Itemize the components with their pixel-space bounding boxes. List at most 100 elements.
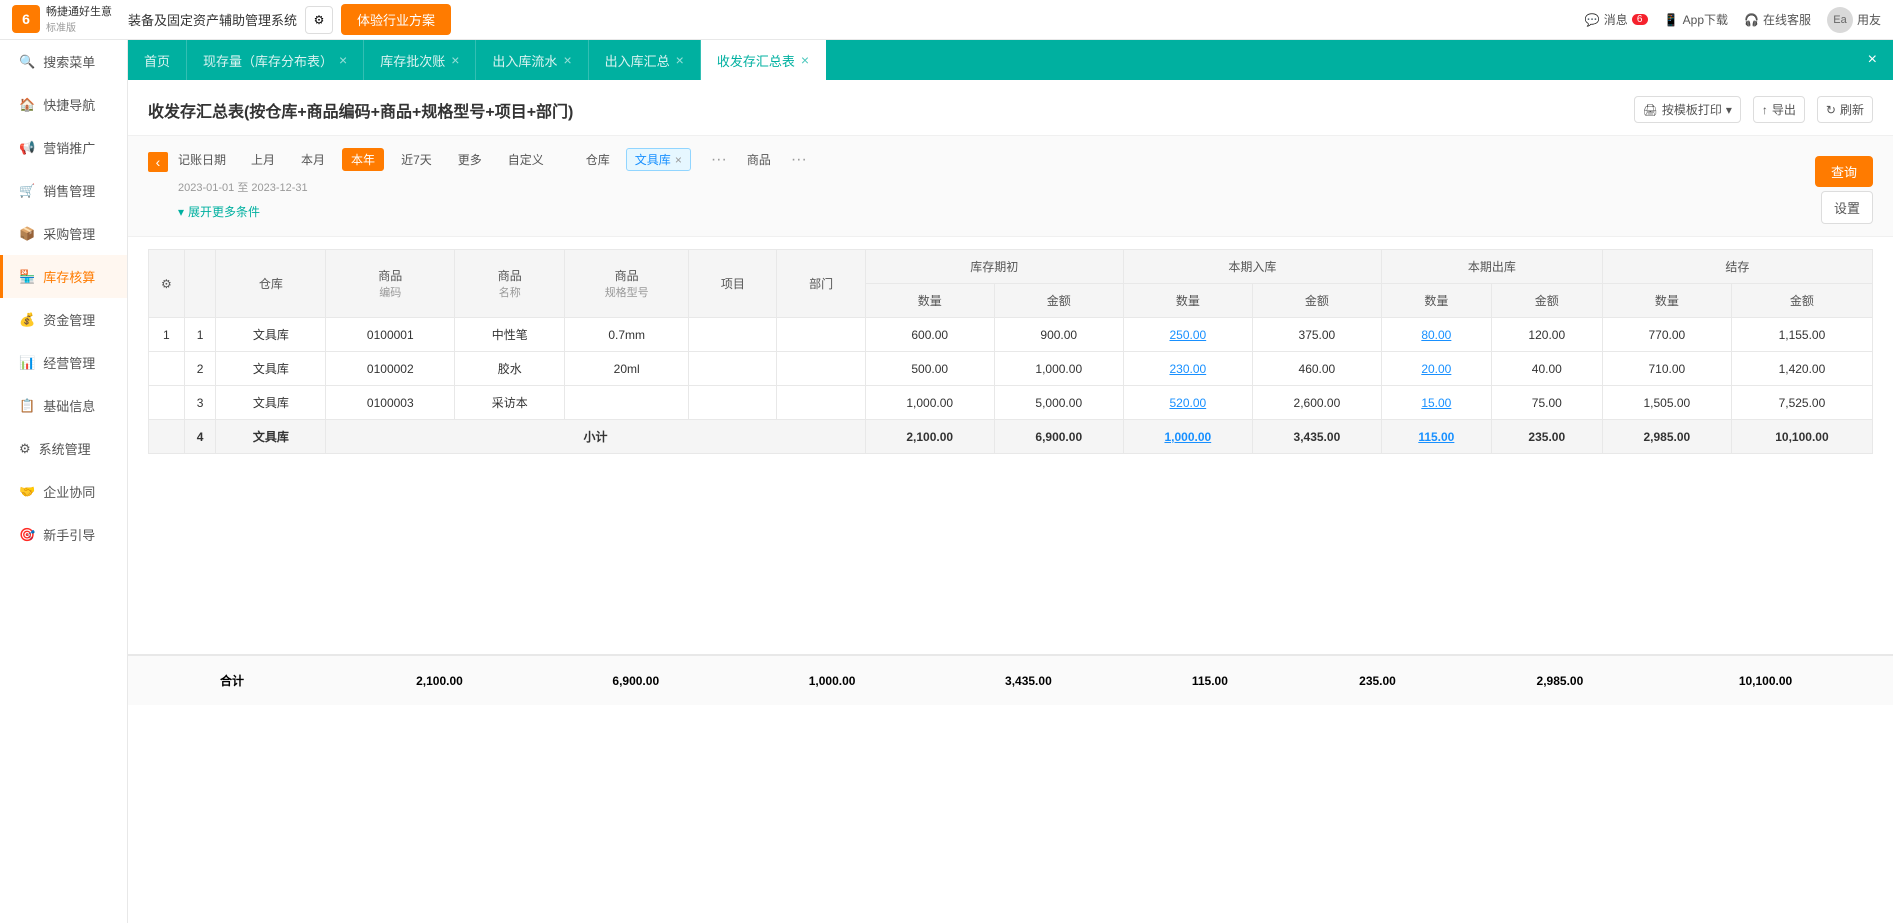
row3-in-qty[interactable]: 520.00	[1123, 386, 1252, 420]
date-btn-this-month[interactable]: 本月	[292, 148, 334, 171]
col-out-header: 本期出库	[1381, 250, 1602, 284]
total-out-qty: 115.00	[1127, 664, 1294, 697]
finance-icon: 💰	[19, 312, 35, 328]
subtotal-out-qty[interactable]: 115.00	[1381, 420, 1491, 454]
sidebar-item-inventory[interactable]: 🏪 库存核算	[0, 255, 127, 298]
row2-open-qty: 500.00	[865, 352, 994, 386]
filter-collapse-button[interactable]: ‹	[148, 152, 168, 172]
col-open-qty-header: 数量	[865, 284, 994, 318]
print-button[interactable]: 🖨 按模板打印 ▾	[1634, 96, 1741, 123]
avatar: Ea	[1827, 7, 1853, 33]
table-row: 2 文具库 0100002 胶水 20ml 500.00 1,000.00 23…	[149, 352, 1873, 386]
sidebar-item-sales[interactable]: 🛒 销售管理	[0, 169, 127, 212]
guide-icon: 🎯	[19, 527, 35, 543]
sidebar-item-base[interactable]: 📋 基础信息	[0, 384, 127, 427]
row2-no: 2	[184, 352, 216, 386]
tab-close-flow[interactable]: ×	[563, 53, 571, 67]
warehouse-more-button[interactable]: ···	[707, 151, 731, 169]
row3-out-amt: 75.00	[1491, 386, 1602, 420]
sidebar-item-nav[interactable]: 🏠 快捷导航	[0, 83, 127, 126]
date-btn-this-year[interactable]: 本年	[342, 148, 384, 171]
date-btn-7days[interactable]: 近7天	[392, 148, 441, 171]
col-name-header: 商品名称	[455, 250, 565, 318]
col-spec-header: 商品规格型号	[565, 250, 689, 318]
row1-bal-qty: 770.00	[1602, 318, 1731, 352]
tab-close-batch[interactable]: ×	[451, 53, 459, 67]
service-nav[interactable]: 🎧 在线客服	[1744, 11, 1811, 28]
row3-spec	[565, 386, 689, 420]
row2-warehouse: 文具库	[216, 352, 326, 386]
row2-out-qty[interactable]: 20.00	[1381, 352, 1491, 386]
goods-more-button[interactable]: ···	[787, 151, 811, 169]
sidebar-item-finance[interactable]: 💰 资金管理	[0, 298, 127, 341]
tab-home[interactable]: 首页	[128, 40, 187, 80]
row2-code: 0100002	[326, 352, 455, 386]
subtotal-open-amt: 6,900.00	[994, 420, 1123, 454]
refresh-icon: ↻	[1826, 103, 1836, 117]
sidebar-item-operation[interactable]: 📊 经营管理	[0, 341, 127, 384]
system-name: 装备及固定资产辅助管理系统	[128, 10, 297, 29]
chevron-down-icon: ▾	[178, 205, 184, 219]
subtotal-bal-amt: 10,100.00	[1731, 420, 1872, 454]
search-icon: 🔍	[19, 54, 35, 70]
row2-bal-qty: 710.00	[1602, 352, 1731, 386]
sidebar-item-search[interactable]: 🔍 搜索菜单	[0, 40, 127, 83]
row2-in-qty[interactable]: 230.00	[1123, 352, 1252, 386]
tab-close-collect[interactable]: ×	[801, 53, 809, 67]
tab-bar: 首页 现存量（库存分布表） × 库存批次账 × 出入库流水 × 出入库汇总 ×	[128, 40, 1893, 80]
tab-close-summary[interactable]: ×	[676, 53, 684, 67]
query-button[interactable]: 查询	[1815, 156, 1873, 187]
warehouse-tag: 文具库 ×	[626, 148, 691, 171]
user-nav[interactable]: Ea 用友	[1827, 7, 1881, 33]
sidebar-item-marketing[interactable]: 📢 营销推广	[0, 126, 127, 169]
row1-in-qty[interactable]: 250.00	[1123, 318, 1252, 352]
row1-dept	[777, 318, 865, 352]
tab-flow[interactable]: 出入库流水 ×	[476, 40, 588, 80]
message-nav[interactable]: 💬 消息 6	[1585, 11, 1648, 28]
tab-summary[interactable]: 出入库汇总 ×	[589, 40, 701, 80]
logo-text: 畅捷通好生意	[46, 5, 112, 19]
tab-stock-dist[interactable]: 现存量（库存分布表） ×	[187, 40, 364, 80]
tab-close-stock-dist[interactable]: ×	[339, 53, 347, 67]
download-nav[interactable]: 📱 App下载	[1664, 11, 1728, 28]
expand-filter-button[interactable]: ▾ 展开更多条件	[178, 203, 1803, 220]
subtotal-warehouse: 文具库	[216, 420, 326, 454]
warehouse-tag-close[interactable]: ×	[675, 153, 682, 167]
settings-button[interactable]: ⚙	[305, 6, 333, 34]
sidebar-item-purchase[interactable]: 📦 采购管理	[0, 212, 127, 255]
total-open-amt: 6,900.00	[538, 664, 734, 697]
row1-out-qty[interactable]: 80.00	[1381, 318, 1491, 352]
subtotal-in-qty[interactable]: 1,000.00	[1123, 420, 1252, 454]
export-button[interactable]: ↑ 导出	[1753, 96, 1805, 123]
total-in-amt: 3,435.00	[930, 664, 1126, 697]
row1-project	[689, 318, 777, 352]
row2-out-amt: 40.00	[1491, 352, 1602, 386]
inventory-icon: 🏪	[19, 269, 35, 285]
settings-small-button[interactable]: 设置	[1821, 191, 1873, 224]
row1-name: 中性笔	[455, 318, 565, 352]
total-bar: 合计 2,100.00 6,900.00 1,000.00 3,435.00 1…	[128, 654, 1893, 705]
tab-bar-close-button[interactable]: ×	[1852, 51, 1893, 69]
row2-in-amt: 460.00	[1252, 352, 1381, 386]
date-btn-custom[interactable]: 自定义	[499, 148, 553, 171]
refresh-button[interactable]: ↻ 刷新	[1817, 96, 1873, 123]
page-title: 收发存汇总表(按仓库+商品编码+商品+规格型号+项目+部门)	[148, 98, 573, 122]
row2-spec: 20ml	[565, 352, 689, 386]
system-icon: ⚙	[19, 441, 31, 457]
row3-open-qty: 1,000.00	[865, 386, 994, 420]
sidebar-item-collab[interactable]: 🤝 企业协同	[0, 470, 127, 513]
service-icon: 🎧	[1744, 13, 1759, 27]
try-industry-button[interactable]: 体验行业方案	[341, 4, 451, 35]
tab-collect[interactable]: 收发存汇总表 ×	[701, 40, 826, 80]
print-icon: 🖨	[1643, 103, 1658, 117]
sidebar-item-system[interactable]: ⚙ 系统管理	[0, 427, 127, 470]
sidebar-item-guide[interactable]: 🎯 新手引导	[0, 513, 127, 556]
date-btn-more[interactable]: 更多	[449, 148, 491, 171]
col-open-header: 库存期初	[865, 250, 1123, 284]
table-settings-header[interactable]: ⚙	[149, 250, 185, 318]
subtotal-in-amt: 3,435.00	[1252, 420, 1381, 454]
collab-icon: 🤝	[19, 484, 35, 500]
tab-batch[interactable]: 库存批次账 ×	[364, 40, 476, 80]
row3-out-qty[interactable]: 15.00	[1381, 386, 1491, 420]
date-btn-last-month[interactable]: 上月	[242, 148, 284, 171]
